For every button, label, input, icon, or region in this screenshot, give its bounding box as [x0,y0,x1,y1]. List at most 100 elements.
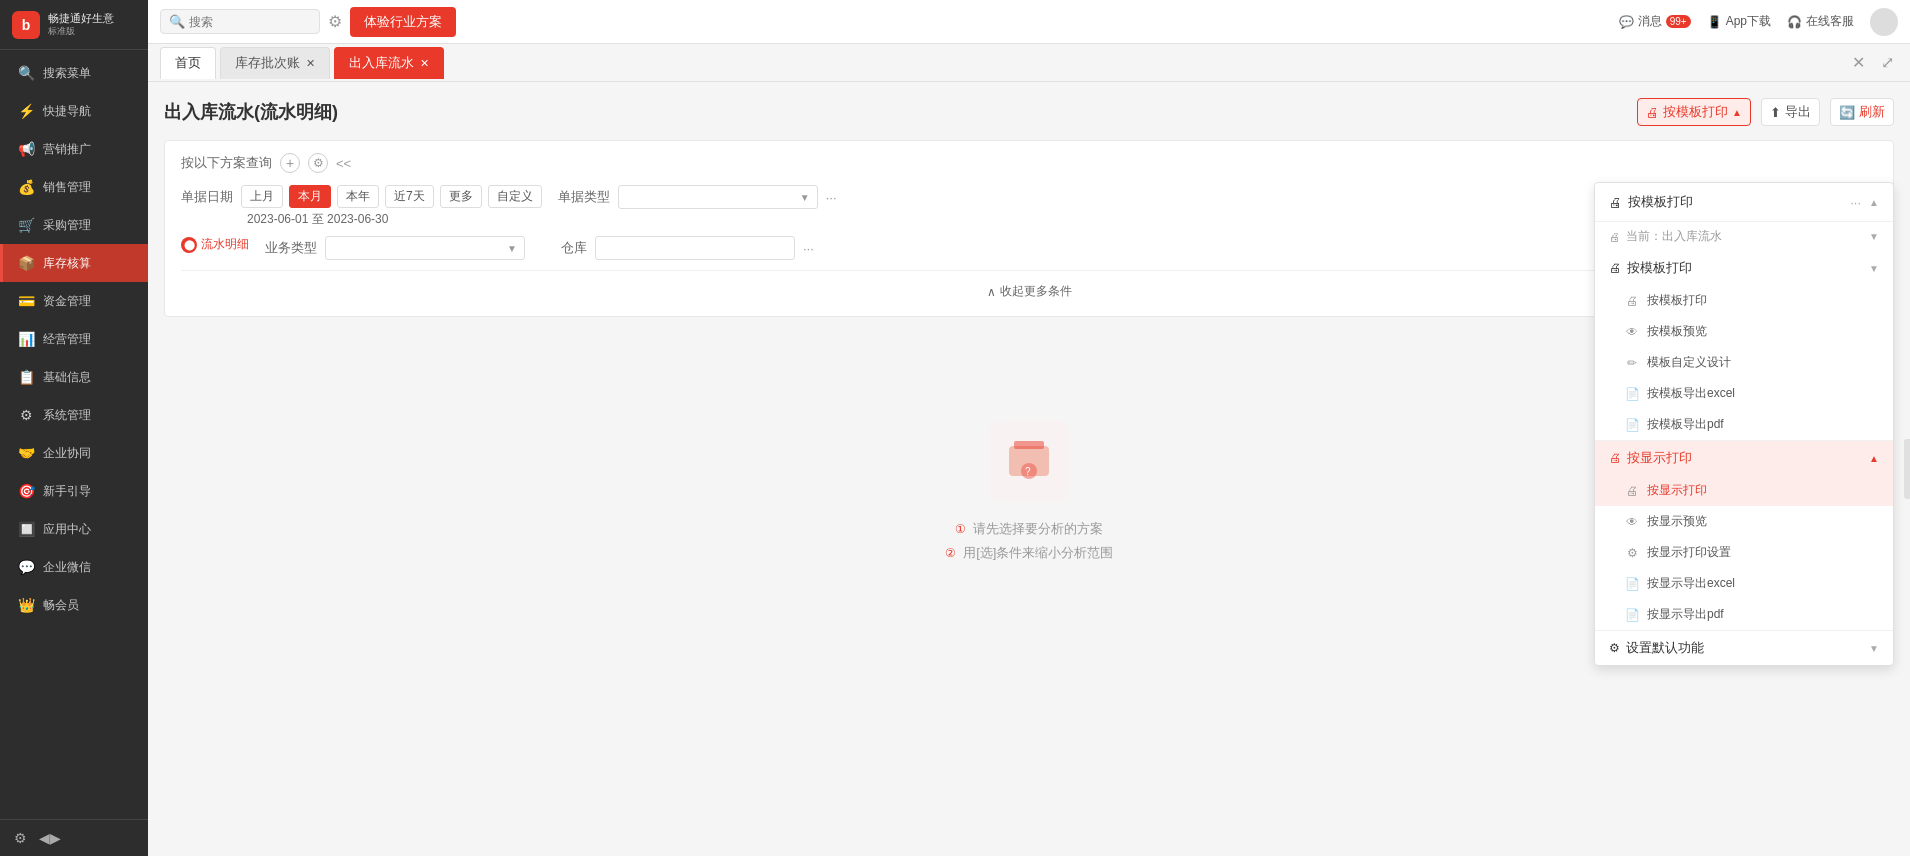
topbar-gear-icon[interactable]: ⚙ [328,12,342,31]
item-print-icon: 🖨 [1625,294,1639,308]
filter-collapse-icon[interactable]: << [336,156,351,171]
marketing-icon: 📢 [17,140,35,158]
empty-illustration: ? [989,421,1069,504]
user-avatar[interactable] [1870,8,1898,36]
tab-flow-close[interactable]: ✕ [420,57,429,70]
dropdown-item-template-custom[interactable]: ✏ 模板自定义设计 [1595,347,1893,378]
sidebar-item-member[interactable]: 👑 畅会员 [0,586,148,624]
guide-icon: 🎯 [17,482,35,500]
footer-settings-icon[interactable]: ⚙ [14,830,27,846]
filter-add-btn[interactable]: + [280,153,300,173]
app-download-label: App下载 [1726,13,1771,30]
right-edge-scrollbar[interactable] [1904,439,1910,499]
display-print-header-label: 按显示打印 [1627,449,1692,467]
dropdown-item-display-excel[interactable]: 📄 按显示导出excel [1595,568,1893,599]
tab-home[interactable]: 首页 [160,47,216,79]
footer-toggle-icon[interactable]: ◀▶ [39,830,61,846]
sidebar-label-quicknav: 快捷导航 [43,103,91,120]
template-print-header-label: 按模板打印 [1627,259,1692,277]
sidebar-item-purchase[interactable]: 🛒 采购管理 [0,206,148,244]
date-current-month-btn[interactable]: 本月 [289,185,331,208]
dropdown-item-display-settings[interactable]: ⚙ 按显示打印设置 [1595,537,1893,568]
date-custom-btn[interactable]: 自定义 [488,185,542,208]
dropdown-more-icon[interactable]: ··· [1850,195,1861,210]
sidebar-item-guide[interactable]: 🎯 新手引导 [0,472,148,510]
sidebar-item-basic[interactable]: 📋 基础信息 [0,358,148,396]
refresh-label: 刷新 [1859,103,1885,121]
bill-type-field: 单据类型 ··· [558,185,837,209]
refresh-btn[interactable]: 🔄 刷新 [1830,98,1894,126]
page-title: 出入库流水(流水明细) [164,100,338,124]
dropdown-header: 🖨 按模板打印 ··· ▲ [1595,183,1893,222]
business-type-select[interactable] [325,236,525,260]
system-icon: ⚙ [17,406,35,424]
sidebar-footer: ⚙ ◀▶ [0,819,148,856]
display-print-section: 🖨 按显示打印 ▲ 🖨 按显示打印 👁 按显示预览 ⚙ 按显示打印设置 [1595,441,1893,630]
logo-text-block: 畅捷通好生意 标准版 [48,11,114,38]
dropdown-item-display-preview[interactable]: 👁 按显示预览 [1595,506,1893,537]
date-current-year-btn[interactable]: 本年 [337,185,379,208]
trial-btn[interactable]: 体验行业方案 [350,7,456,37]
date-more-btn[interactable]: 更多 [440,185,482,208]
sidebar-item-sales[interactable]: 💰 销售管理 [0,168,148,206]
sidebar-item-apps[interactable]: 🔲 应用中心 [0,510,148,548]
sidebar-item-marketing[interactable]: 📢 营销推广 [0,130,148,168]
flow-tag-field: ⬤ 流水明细 [181,236,249,253]
page-header: 出入库流水(流水明细) 🖨 按模板打印 ▲ ⬆ 导出 🔄 刷新 [164,98,1894,126]
print-template-btn[interactable]: 🖨 按模板打印 ▲ [1637,98,1751,126]
topbar-search-box[interactable]: 🔍 [160,9,320,34]
dropdown-item-template-print[interactable]: 🖨 按模板打印 [1595,285,1893,316]
tab-batch-account-close[interactable]: ✕ [306,57,315,70]
warehouse-more-icon[interactable]: ··· [803,241,814,256]
dropdown-chevron-up-icon[interactable]: ▲ [1869,197,1879,208]
sidebar-item-quicknav[interactable]: ⚡ 快捷导航 [0,92,148,130]
item-pdf-icon-2: 📄 [1625,608,1639,622]
topbar-message[interactable]: 💬 消息 99+ [1619,13,1691,30]
tab-batch-account-label: 库存批次账 [235,54,300,72]
dropdown-item-display-pdf[interactable]: 📄 按显示导出pdf [1595,599,1893,630]
sidebar-label-apps: 应用中心 [43,521,91,538]
apps-icon: 🔲 [17,520,35,538]
sidebar-item-inventory[interactable]: 📦 库存核算 [0,244,148,282]
dropdown-item-template-pdf[interactable]: 📄 按模板导出pdf [1595,409,1893,440]
sidebar-item-weixin[interactable]: 💬 企业微信 [0,548,148,586]
sidebar-label-sales: 销售管理 [43,179,91,196]
dropdown-item-template-excel[interactable]: 📄 按模板导出excel [1595,378,1893,409]
display-print-header[interactable]: 🖨 按显示打印 ▲ [1595,441,1893,475]
default-section-label: 设置默认功能 [1626,639,1704,657]
quicknav-icon: ⚡ [17,102,35,120]
empty-tip-1: ① 请先选择要分析的方案 [955,520,1104,538]
tab-flow[interactable]: 出入库流水 ✕ [334,47,444,79]
date-last7days-btn[interactable]: 近7天 [385,185,434,208]
export-icon: ⬆ [1770,105,1781,120]
sidebar-item-enterprise[interactable]: 🤝 企业协同 [0,434,148,472]
current-chevron-icon: ▼ [1869,231,1879,242]
date-filter-field: 单据日期 上月 本月 本年 近7天 更多 自定义 [181,185,542,208]
date-prev-month-btn[interactable]: 上月 [241,185,283,208]
sidebar-item-operations[interactable]: 📊 经营管理 [0,320,148,358]
dropdown-item-display-print[interactable]: 🖨 按显示打印 [1595,475,1893,506]
sidebar-item-finance[interactable]: 💳 资金管理 [0,282,148,320]
filter-settings-btn[interactable]: ⚙ [308,153,328,173]
topbar-search-input[interactable] [189,15,289,29]
warehouse-input[interactable] [595,236,795,260]
dropdown-item-template-preview[interactable]: 👁 按模板预览 [1595,316,1893,347]
default-section-header[interactable]: ⚙ 设置默认功能 ▼ [1595,631,1893,665]
page-actions: 🖨 按模板打印 ▲ ⬆ 导出 🔄 刷新 [1637,98,1894,126]
window-expand-btn[interactable]: ⤢ [1877,49,1898,76]
topbar-app-download[interactable]: 📱 App下载 [1707,13,1771,30]
bill-type-select[interactable] [618,185,818,209]
sidebar-label-weixin: 企业微信 [43,559,91,576]
tab-batch-account[interactable]: 库存批次账 ✕ [220,47,330,79]
window-close-btn[interactable]: ✕ [1848,49,1869,76]
bill-type-more-icon[interactable]: ··· [826,190,837,205]
export-btn[interactable]: ⬆ 导出 [1761,98,1820,126]
sidebar-label-system: 系统管理 [43,407,91,424]
sidebar-label-enterprise: 企业协同 [43,445,91,462]
tabs-bar: 首页 库存批次账 ✕ 出入库流水 ✕ ✕ ⤢ [148,44,1910,82]
sidebar-item-search[interactable]: 🔍 搜索菜单 [0,54,148,92]
flow-tag: ⬤ 流水明细 [181,236,249,253]
template-print-header[interactable]: 🖨 按模板打印 ▼ [1595,251,1893,285]
topbar-service[interactable]: 🎧 在线客服 [1787,13,1854,30]
sidebar-item-system[interactable]: ⚙ 系统管理 [0,396,148,434]
